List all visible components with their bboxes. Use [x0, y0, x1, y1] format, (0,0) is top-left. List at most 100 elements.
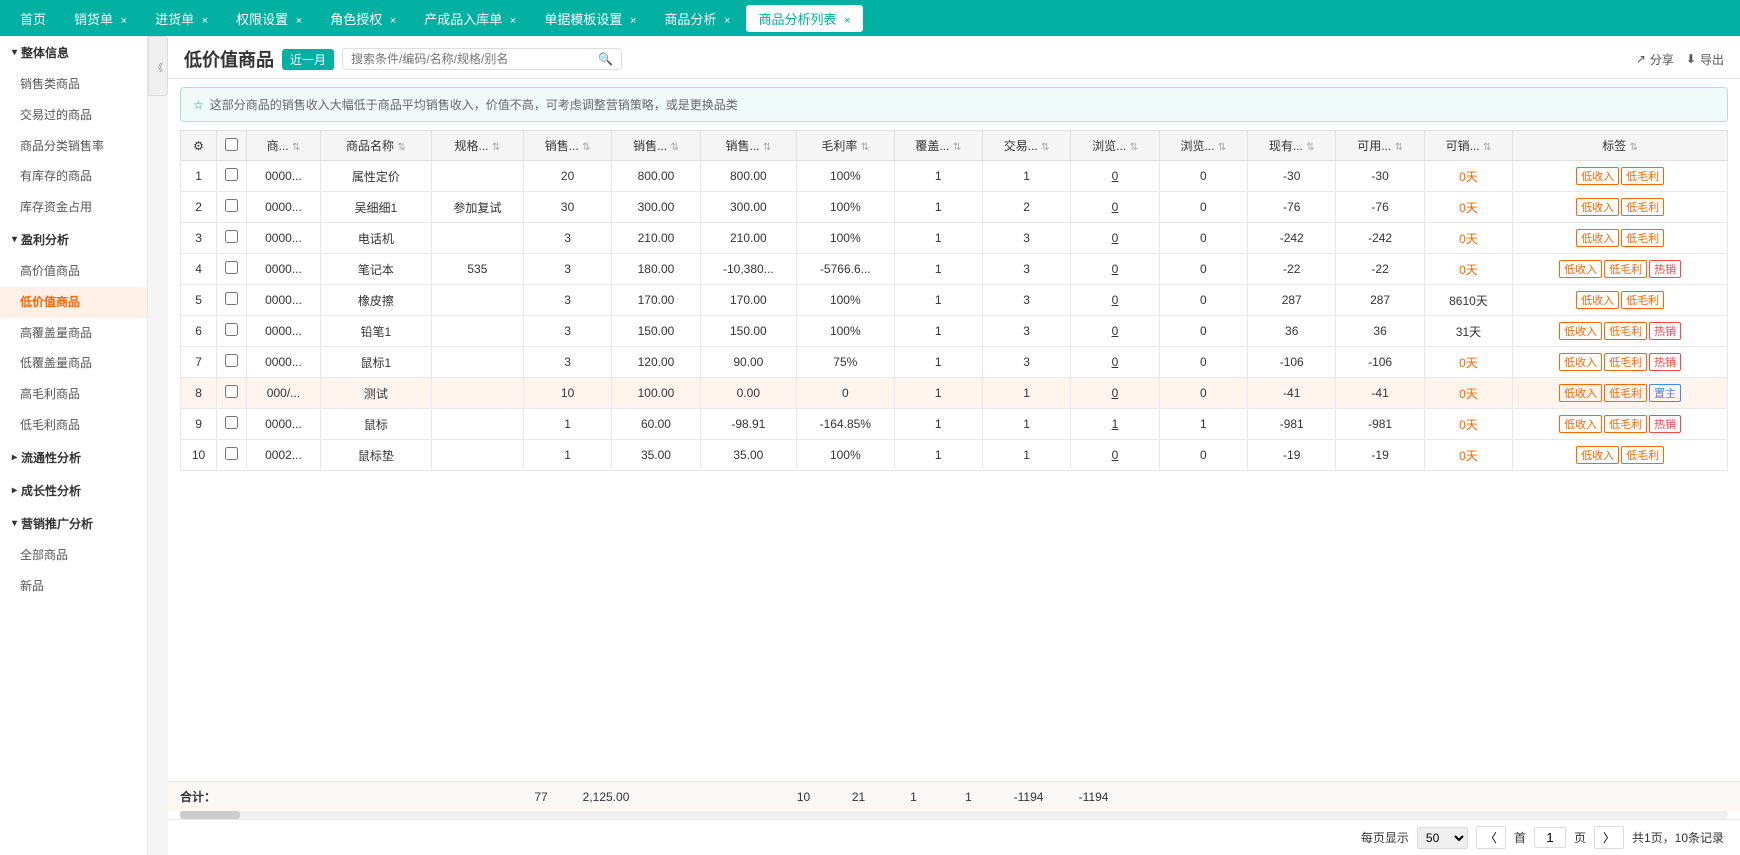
checkbox-cell[interactable]: [217, 254, 247, 285]
row-checkbox[interactable]: [225, 385, 238, 398]
nav-permissions[interactable]: 权限设置 ×: [224, 5, 314, 32]
sidebar-item-category-sales[interactable]: 商品分类销售率: [0, 131, 147, 162]
browse-link[interactable]: 0: [1112, 293, 1119, 307]
available-col-header[interactable]: 可用... ⇅: [1336, 131, 1424, 161]
nav-permissions-close[interactable]: ×: [296, 15, 302, 27]
nav-roles-close[interactable]: ×: [390, 15, 396, 27]
checkbox-cell[interactable]: [217, 316, 247, 347]
product-tag: 低收入: [1559, 384, 1602, 402]
nav-purchase[interactable]: 进货单 ×: [143, 5, 220, 32]
sales1-col-header[interactable]: 销售... ⇅: [523, 131, 611, 161]
row-checkbox[interactable]: [225, 416, 238, 429]
sidebar-section-overall[interactable]: ▾ 整体信息: [0, 36, 147, 69]
browse1-col-header[interactable]: 浏览... ⇅: [1071, 131, 1159, 161]
row-checkbox[interactable]: [225, 261, 238, 274]
sidebar-item-high-value[interactable]: 高价值商品: [0, 256, 147, 287]
nav-product-analysis-list[interactable]: 商品分析列表 ×: [746, 5, 862, 32]
browse-link[interactable]: 0: [1112, 231, 1119, 245]
browse-link[interactable]: 0: [1112, 386, 1119, 400]
export-button[interactable]: ⬇ 导出: [1686, 51, 1724, 68]
sidebar-section-circulation[interactable]: ▸ 流通性分析: [0, 441, 147, 474]
nav-product-analysis-list-close[interactable]: ×: [844, 15, 850, 27]
nav-template[interactable]: 单据模板设置 ×: [532, 5, 648, 32]
sidebar-item-sales-products[interactable]: 销售类商品: [0, 69, 147, 100]
browse-link[interactable]: 0: [1112, 448, 1119, 462]
row-checkbox[interactable]: [225, 354, 238, 367]
settings-col-header[interactable]: ⚙: [181, 131, 217, 161]
sidebar-item-traded-products[interactable]: 交易过的商品: [0, 100, 147, 131]
nav-purchase-close[interactable]: ×: [202, 15, 208, 27]
cover-col-header[interactable]: 覆盖... ⇅: [894, 131, 982, 161]
nav-product-analysis[interactable]: 商品分析 ×: [652, 5, 742, 32]
available-cell: -41: [1336, 378, 1424, 409]
row-checkbox[interactable]: [225, 292, 238, 305]
spec-cell: 参加复试: [431, 192, 523, 223]
checkbox-cell[interactable]: [217, 440, 247, 471]
spec-col-header[interactable]: 规格... ⇅: [431, 131, 523, 161]
sidebar-item-high-coverage[interactable]: 高覆盖量商品: [0, 318, 147, 349]
nav-template-close[interactable]: ×: [630, 15, 636, 27]
sidebar-item-all-products[interactable]: 全部商品: [0, 540, 147, 571]
sidebar-item-low-coverage[interactable]: 低覆盖量商品: [0, 348, 147, 379]
next-page-button[interactable]: 〉: [1594, 826, 1624, 849]
browse-link[interactable]: 0: [1112, 200, 1119, 214]
browse-link[interactable]: 0: [1112, 262, 1119, 276]
page-number-input[interactable]: [1534, 827, 1566, 848]
sidebar-section-marketing[interactable]: ▾ 营销推广分析: [0, 507, 147, 540]
current-col-header[interactable]: 现有... ⇅: [1248, 131, 1336, 161]
select-all-checkbox[interactable]: [225, 138, 238, 151]
sidebar-item-low-margin[interactable]: 低毛利商品: [0, 410, 147, 441]
browse2-cell: 1: [1159, 409, 1247, 440]
tags-col-header[interactable]: 标签 ⇅: [1513, 131, 1728, 161]
margin-col-header[interactable]: 毛利率 ⇅: [797, 131, 894, 161]
checkbox-cell[interactable]: [217, 223, 247, 254]
sales3-col-header[interactable]: 销售... ⇅: [700, 131, 796, 161]
sidebar-section-growth[interactable]: ▸ 成长性分析: [0, 474, 147, 507]
row-checkbox[interactable]: [225, 323, 238, 336]
share-button[interactable]: ↗ 分享: [1636, 51, 1674, 68]
product-tag: 低收入: [1576, 198, 1619, 216]
sidebar-section-profit[interactable]: ▾ 盈利分析: [0, 223, 147, 256]
browse-link[interactable]: 0: [1112, 355, 1119, 369]
checkbox-cell[interactable]: [217, 378, 247, 409]
browse-link[interactable]: 0: [1112, 169, 1119, 183]
sidebar-item-high-margin[interactable]: 高毛利商品: [0, 379, 147, 410]
sidebar-item-new-products[interactable]: 新品: [0, 571, 147, 602]
per-page-select[interactable]: 50 20 100: [1417, 827, 1468, 849]
search-icon[interactable]: 🔍: [598, 52, 613, 66]
horizontal-scrollbar[interactable]: [180, 811, 1728, 819]
sidebar-collapse-button[interactable]: 《: [148, 36, 168, 96]
first-page-button[interactable]: 〈: [1476, 826, 1506, 849]
trade-col-header[interactable]: 交易... ⇅: [982, 131, 1070, 161]
row-checkbox[interactable]: [225, 168, 238, 181]
sellable-col-header[interactable]: 可销... ⇅: [1424, 131, 1512, 161]
nav-roles[interactable]: 角色授权 ×: [318, 5, 408, 32]
sidebar-item-low-value[interactable]: 低价值商品: [0, 287, 147, 318]
nav-product-warehouse[interactable]: 产成品入库单 ×: [412, 5, 528, 32]
time-badge[interactable]: 近一月: [282, 49, 334, 70]
code-col-header[interactable]: 商... ⇅: [247, 131, 321, 161]
browse2-col-header[interactable]: 浏览... ⇅: [1159, 131, 1247, 161]
search-input[interactable]: [351, 52, 598, 66]
row-checkbox[interactable]: [225, 199, 238, 212]
checkbox-cell[interactable]: [217, 285, 247, 316]
checkbox-cell[interactable]: [217, 192, 247, 223]
sidebar-item-stock-capital[interactable]: 库存资金占用: [0, 192, 147, 223]
margin-cell: 100%: [797, 285, 894, 316]
nav-sales[interactable]: 销货单 ×: [62, 5, 139, 32]
checkbox-col-header[interactable]: [217, 131, 247, 161]
name-col-header[interactable]: 商品名称 ⇅: [320, 131, 431, 161]
row-checkbox[interactable]: [225, 230, 238, 243]
nav-sales-close[interactable]: ×: [121, 15, 127, 27]
browse-link[interactable]: 1: [1112, 417, 1119, 431]
sales2-col-header[interactable]: 销售... ⇅: [612, 131, 700, 161]
nav-product-warehouse-close[interactable]: ×: [510, 15, 516, 27]
browse-link[interactable]: 0: [1112, 324, 1119, 338]
checkbox-cell[interactable]: [217, 409, 247, 440]
nav-home[interactable]: 首页: [8, 5, 58, 32]
row-checkbox[interactable]: [225, 447, 238, 460]
nav-product-analysis-close[interactable]: ×: [724, 15, 730, 27]
checkbox-cell[interactable]: [217, 161, 247, 192]
checkbox-cell[interactable]: [217, 347, 247, 378]
sidebar-item-stock-products[interactable]: 有库存的商品: [0, 161, 147, 192]
